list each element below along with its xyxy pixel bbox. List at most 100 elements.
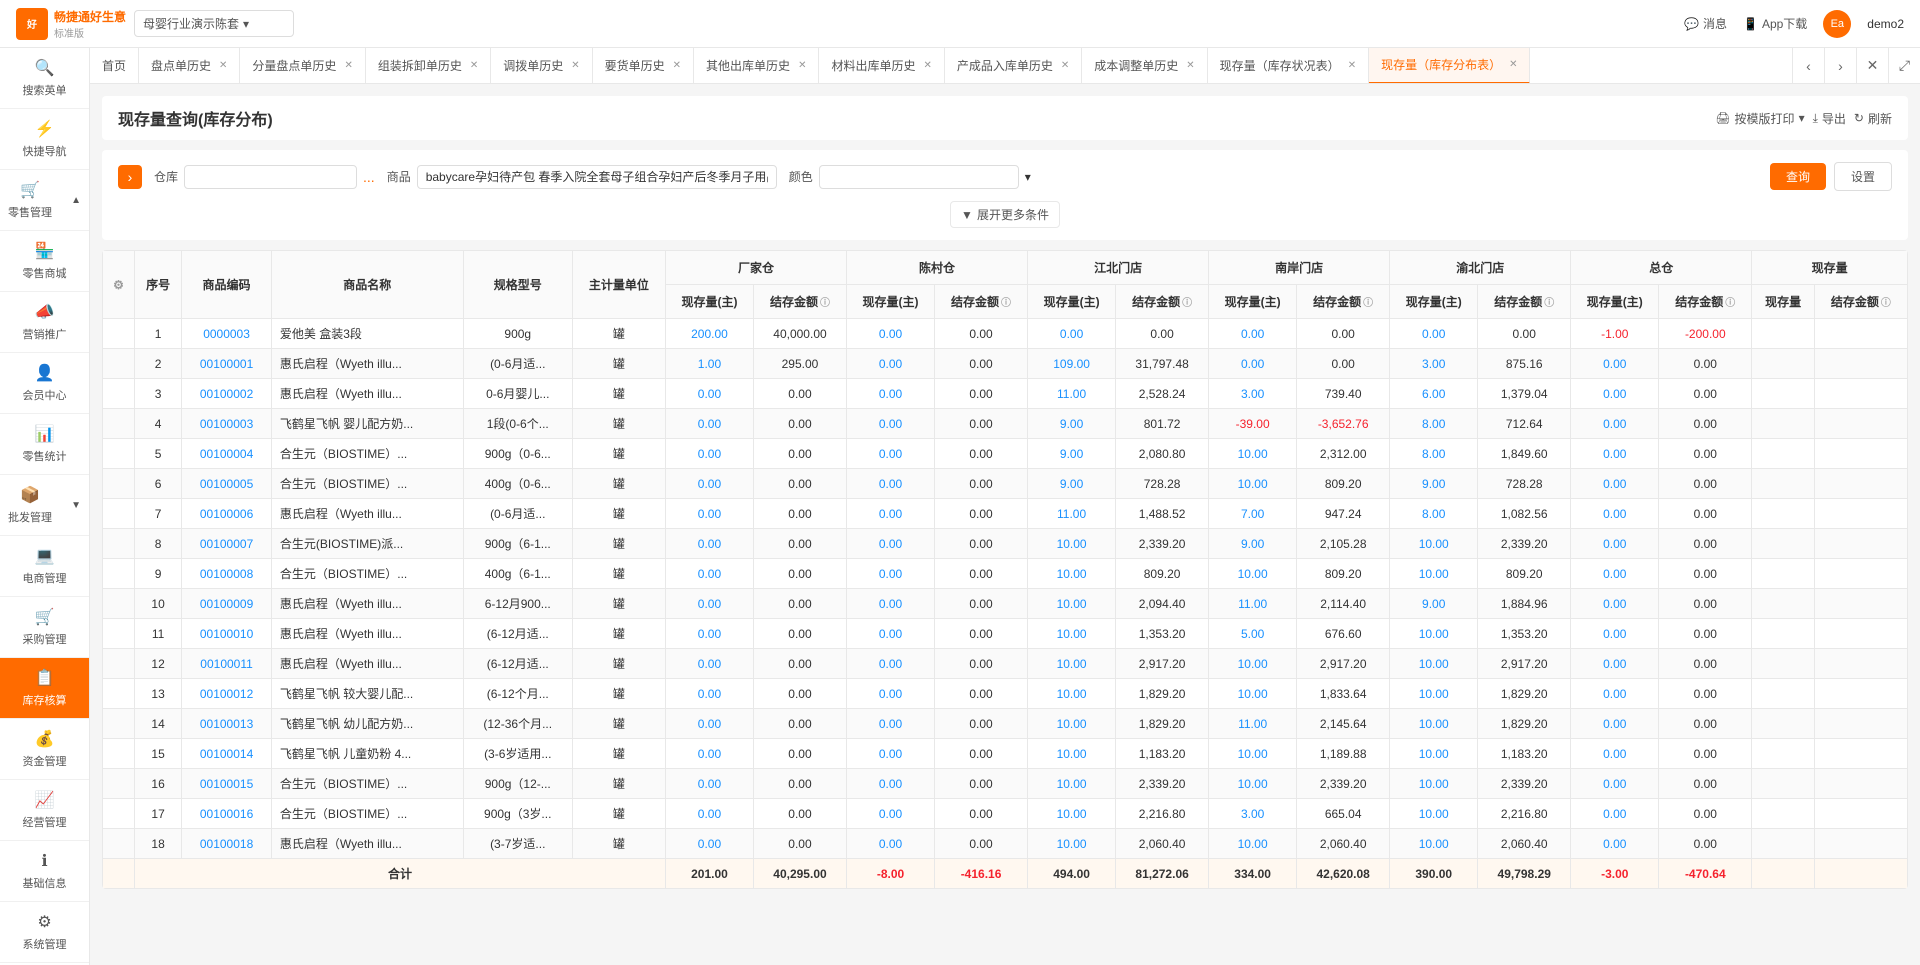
row-jiangbei-qty[interactable]: 11.00 xyxy=(1028,379,1116,409)
row-nanan-qty[interactable]: 10.00 xyxy=(1209,769,1297,799)
sidebar-item-ecommerce[interactable]: 💻 电商管理 xyxy=(0,536,89,597)
sidebar-item-members[interactable]: 👤 会员中心 xyxy=(0,353,89,414)
row-yubei-qty[interactable]: 6.00 xyxy=(1390,379,1478,409)
message-button[interactable]: 💬 消息 xyxy=(1684,15,1727,32)
row-jiangbei-qty[interactable]: 10.00 xyxy=(1028,649,1116,679)
row-factory-qty[interactable]: 0.00 xyxy=(665,799,753,829)
row-factory-qty[interactable]: 0.00 xyxy=(665,379,753,409)
avatar[interactable]: Ea xyxy=(1823,10,1851,38)
fullscreen-button[interactable]: ⤢ xyxy=(1888,48,1920,84)
row-yubei-qty[interactable]: 10.00 xyxy=(1390,829,1478,859)
row-total-qty[interactable]: 0.00 xyxy=(1571,769,1659,799)
close-icon[interactable]: ✕ xyxy=(1186,60,1194,71)
row-chenlu-qty[interactable]: 0.00 xyxy=(847,559,935,589)
row-yubei-qty[interactable]: 9.00 xyxy=(1390,589,1478,619)
row-chenlu-qty[interactable]: 0.00 xyxy=(847,379,935,409)
row-chenlu-qty[interactable]: 0.00 xyxy=(847,529,935,559)
sidebar-item-purchase[interactable]: 🛒 采购管理 xyxy=(0,597,89,658)
close-icon[interactable]: ✕ xyxy=(470,60,478,71)
row-yubei-qty[interactable]: 9.00 xyxy=(1390,469,1478,499)
row-total-qty[interactable]: 0.00 xyxy=(1571,829,1659,859)
row-total-qty[interactable]: 0.00 xyxy=(1571,649,1659,679)
prev-tab-button[interactable]: ‹ xyxy=(1792,48,1824,84)
row-total-qty[interactable]: 0.00 xyxy=(1571,409,1659,439)
close-icon[interactable]: ✕ xyxy=(923,60,931,71)
row-yubei-qty[interactable]: 3.00 xyxy=(1390,349,1478,379)
row-code[interactable]: 00100006 xyxy=(182,499,272,529)
tab-transfer-history[interactable]: 调拨单历史 ✕ xyxy=(491,48,592,84)
row-code[interactable]: 00100018 xyxy=(182,829,272,859)
sidebar-item-marketing[interactable]: 📣 营销推广 xyxy=(0,292,89,353)
row-code[interactable]: 00100004 xyxy=(182,439,272,469)
info-icon[interactable]: ⓘ xyxy=(1001,298,1011,309)
refresh-button[interactable]: ↻ 刷新 xyxy=(1854,110,1892,127)
row-nanan-qty[interactable]: 10.00 xyxy=(1209,649,1297,679)
row-nanan-qty[interactable]: 0.00 xyxy=(1209,319,1297,349)
row-total-qty[interactable]: 0.00 xyxy=(1571,619,1659,649)
row-nanan-qty[interactable]: 3.00 xyxy=(1209,799,1297,829)
row-nanan-qty[interactable]: 0.00 xyxy=(1209,349,1297,379)
sidebar-item-wholesale[interactable]: 📦 批发管理 ▼ xyxy=(0,475,89,536)
row-code[interactable]: 00100007 xyxy=(182,529,272,559)
row-nanan-qty[interactable]: 10.00 xyxy=(1209,469,1297,499)
company-select[interactable]: 母婴行业演示陈套 ▾ xyxy=(134,10,294,37)
row-total-qty[interactable]: 0.00 xyxy=(1571,709,1659,739)
row-nanan-qty[interactable]: 10.00 xyxy=(1209,829,1297,859)
row-factory-qty[interactable]: 0.00 xyxy=(665,829,753,859)
row-chenlu-qty[interactable]: 0.00 xyxy=(847,469,935,499)
sidebar-item-finance[interactable]: 💰 资金管理 xyxy=(0,719,89,780)
row-code[interactable]: 00100005 xyxy=(182,469,272,499)
row-jiangbei-qty[interactable]: 10.00 xyxy=(1028,679,1116,709)
row-factory-qty[interactable]: 0.00 xyxy=(665,649,753,679)
row-factory-qty[interactable]: 1.00 xyxy=(665,349,753,379)
row-jiangbei-qty[interactable]: 9.00 xyxy=(1028,439,1116,469)
row-yubei-qty[interactable]: 10.00 xyxy=(1390,679,1478,709)
row-chenlu-qty[interactable]: 0.00 xyxy=(847,709,935,739)
tab-inventory-distribution[interactable]: 现存量（库存分布表） ✕ xyxy=(1369,48,1530,84)
row-jiangbei-qty[interactable]: 10.00 xyxy=(1028,769,1116,799)
row-chenlu-qty[interactable]: 0.00 xyxy=(847,799,935,829)
row-code[interactable]: 00100003 xyxy=(182,409,272,439)
row-chenlu-qty[interactable]: 0.00 xyxy=(847,589,935,619)
col-settings-icon[interactable]: ⚙ xyxy=(113,278,124,292)
close-icon[interactable]: ✕ xyxy=(673,60,681,71)
row-total-qty[interactable]: 0.00 xyxy=(1571,499,1659,529)
row-code[interactable]: 00100009 xyxy=(182,589,272,619)
row-yubei-qty[interactable]: 0.00 xyxy=(1390,319,1478,349)
row-code[interactable]: 00100013 xyxy=(182,709,272,739)
close-icon[interactable]: ✕ xyxy=(1061,60,1069,71)
row-yubei-qty[interactable]: 8.00 xyxy=(1390,409,1478,439)
row-code[interactable]: 00100011 xyxy=(182,649,272,679)
row-factory-qty[interactable]: 0.00 xyxy=(665,409,753,439)
close-icon[interactable]: ✕ xyxy=(798,60,806,71)
row-factory-qty[interactable]: 0.00 xyxy=(665,739,753,769)
row-factory-qty[interactable]: 0.00 xyxy=(665,529,753,559)
row-jiangbei-qty[interactable]: 10.00 xyxy=(1028,709,1116,739)
row-total-qty[interactable]: 0.00 xyxy=(1571,679,1659,709)
close-icon[interactable]: ✕ xyxy=(571,60,579,71)
row-yubei-qty[interactable]: 10.00 xyxy=(1390,529,1478,559)
row-total-qty[interactable]: 0.00 xyxy=(1571,529,1659,559)
app-download-button[interactable]: 📱 App下载 xyxy=(1743,15,1807,32)
expand-conditions-button[interactable]: ▼ 展开更多条件 xyxy=(950,201,1060,228)
row-jiangbei-qty[interactable]: 10.00 xyxy=(1028,829,1116,859)
info-icon[interactable]: ⓘ xyxy=(1363,298,1373,309)
row-yubei-qty[interactable]: 10.00 xyxy=(1390,649,1478,679)
tab-home[interactable]: 首页 xyxy=(90,48,139,84)
warehouse-input[interactable] xyxy=(184,165,357,189)
sidebar-item-basic-info[interactable]: ℹ 基础信息 xyxy=(0,841,89,902)
sidebar-item-nav[interactable]: ⚡ 快捷导航 xyxy=(0,109,89,170)
row-nanan-qty[interactable]: 11.00 xyxy=(1209,709,1297,739)
row-code[interactable]: 00100014 xyxy=(182,739,272,769)
row-chenlu-qty[interactable]: 0.00 xyxy=(847,619,935,649)
row-total-qty[interactable]: -1.00 xyxy=(1571,319,1659,349)
row-factory-qty[interactable]: 0.00 xyxy=(665,619,753,649)
row-chenlu-qty[interactable]: 0.00 xyxy=(847,679,935,709)
sidebar-item-system[interactable]: ⚙ 系统管理 xyxy=(0,902,89,963)
row-code[interactable]: 00100001 xyxy=(182,349,272,379)
row-jiangbei-qty[interactable]: 10.00 xyxy=(1028,799,1116,829)
tab-cost-adjustment[interactable]: 成本调整单历史 ✕ xyxy=(1082,48,1207,84)
row-chenlu-qty[interactable]: 0.00 xyxy=(847,739,935,769)
close-icon[interactable]: ✕ xyxy=(219,60,227,71)
sidebar-item-retail-stats[interactable]: 📊 零售统计 xyxy=(0,414,89,475)
